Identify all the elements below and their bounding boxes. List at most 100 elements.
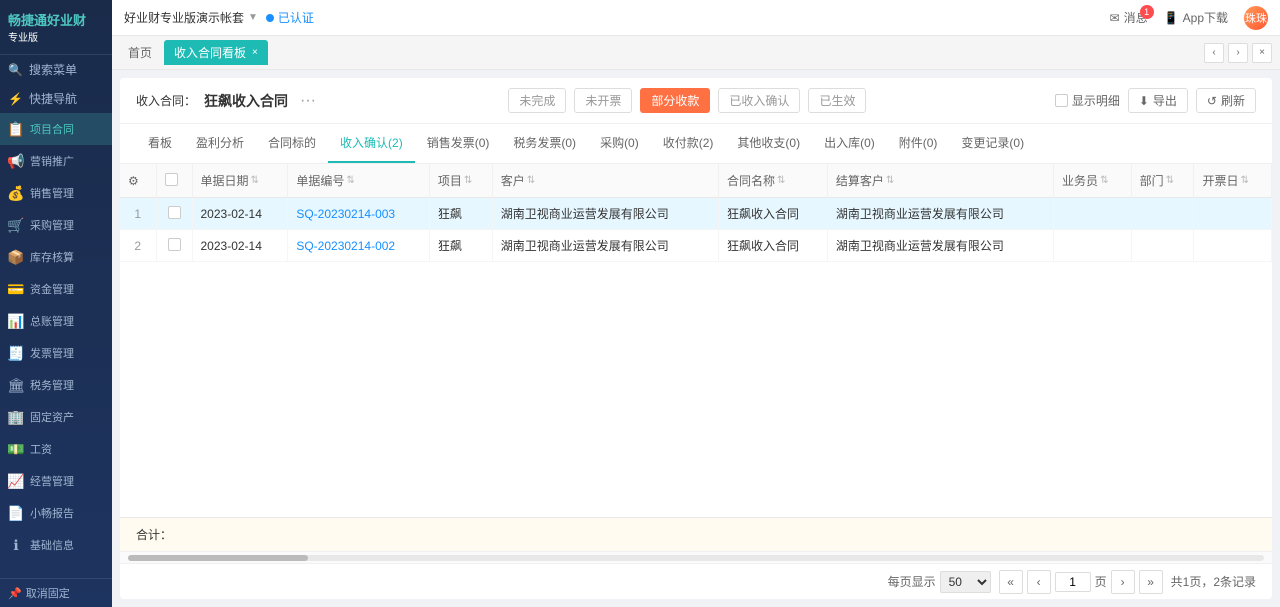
sort-icon: ⇅ <box>886 175 894 186</box>
col-contract-name[interactable]: 合同名称⇅ <box>718 164 827 198</box>
refresh-label: 刷新 <box>1221 92 1245 109</box>
sub-tab-变更记录[interactable]: 变更记录(0) <box>949 124 1036 163</box>
sub-tab-采购[interactable]: 采购(0) <box>588 124 651 163</box>
row-number: 2 <box>120 230 156 262</box>
status-btn-未开票[interactable]: 未开票 <box>574 88 632 113</box>
last-page-button[interactable]: » <box>1139 570 1163 594</box>
table-row[interactable]: 2 2023-02-14 SQ-20230214-002 狂飙 湖南卫视商业运营… <box>120 230 1272 262</box>
cell-bill-no[interactable]: SQ-20230214-002 <box>288 230 430 262</box>
sidebar-item-税务管理[interactable]: 🏛 税务管理 <box>0 369 112 401</box>
col-invoice-date[interactable]: 开票日⇅ <box>1194 164 1272 198</box>
sidebar-item-发票管理[interactable]: 🧾 发票管理 <box>0 337 112 369</box>
sidebar-item-总账管理[interactable]: 📊 总账管理 <box>0 305 112 337</box>
col-customer[interactable]: 客户⇅ <box>492 164 718 198</box>
sidebar-item-label: 采购管理 <box>30 217 74 233</box>
export-icon: ⬇ <box>1139 94 1149 108</box>
per-page-label: 每页显示 <box>888 573 936 590</box>
sub-tab-其他收支[interactable]: 其他收支(0) <box>725 124 812 163</box>
prev-page-button[interactable]: ‹ <box>1027 570 1051 594</box>
next-page-button[interactable]: › <box>1111 570 1135 594</box>
sidebar-search[interactable]: 🔍 搜索菜单 <box>0 55 112 84</box>
sidebar-item-label: 固定资产 <box>30 409 74 425</box>
sidebar-item-label: 税务管理 <box>30 377 74 393</box>
tab-navigation: ‹ › × <box>1204 43 1272 63</box>
sidebar-item-工资[interactable]: 💵 工资 <box>0 433 112 465</box>
sum-row: 合计： <box>120 517 1272 551</box>
sub-tab-销售发票[interactable]: 销售发票(0) <box>415 124 502 163</box>
cell-department <box>1131 198 1194 230</box>
sidebar-item-固定资产[interactable]: 🏢 固定资产 <box>0 401 112 433</box>
sub-tab-收入确认[interactable]: 收入确认(2) <box>328 124 415 163</box>
row-checkbox-cell[interactable] <box>156 230 192 262</box>
col-salesperson[interactable]: 业务员⇅ <box>1054 164 1132 198</box>
status-btn-已收入确认[interactable]: 已收入确认 <box>718 88 800 113</box>
col-settlement-customer[interactable]: 结算客户⇅ <box>827 164 1053 198</box>
sidebar: 畅捷通好业财 专业版 🔍 搜索菜单 ⚡ 快捷导航 📋 项目合同 📢 营销推广 💰… <box>0 0 112 607</box>
sidebar-item-小畅报告[interactable]: 📄 小畅报告 <box>0 497 112 529</box>
sidebar-item-label: 小畅报告 <box>30 505 74 521</box>
pin-icon: 📌 <box>8 587 22 600</box>
message-button[interactable]: ✉ 消息 1 <box>1110 9 1148 26</box>
more-button[interactable]: ··· <box>296 92 320 110</box>
sidebar-item-销售管理[interactable]: 💰 销售管理 <box>0 177 112 209</box>
active-tab-label: 收入合同看板 <box>174 44 246 61</box>
table-row[interactable]: 1 2023-02-14 SQ-20230214-003 狂飙 湖南卫视商业运营… <box>120 198 1272 230</box>
company-selector[interactable]: 好业财专业版演示帐套 ▼ <box>124 9 258 26</box>
status-btn-部分收款[interactable]: 部分收款 <box>640 88 710 113</box>
col-date[interactable]: 单据日期⇅ <box>192 164 288 198</box>
horizontal-scrollbar[interactable] <box>120 551 1272 563</box>
first-page-button[interactable]: « <box>999 570 1023 594</box>
sidebar-item-采购管理[interactable]: 🛒 采购管理 <box>0 209 112 241</box>
row-checkbox[interactable] <box>168 238 181 251</box>
sub-tab-收付款[interactable]: 收付款(2) <box>651 124 726 163</box>
sort-icon: ⇅ <box>777 175 785 186</box>
tab-next-button[interactable]: › <box>1228 43 1248 63</box>
sidebar-item-经营管理[interactable]: 📈 经营管理 <box>0 465 112 497</box>
tab-close-button[interactable]: × <box>1252 43 1272 63</box>
sidebar-quick-nav[interactable]: ⚡ 快捷导航 <box>0 84 112 113</box>
per-page-select[interactable]: 50 100 <box>940 571 991 593</box>
bill-no-link[interactable]: SQ-20230214-002 <box>296 239 395 253</box>
tab-close-icon[interactable]: × <box>252 47 258 58</box>
sub-tab-看板[interactable]: 看板 <box>136 124 184 163</box>
user-avatar-area[interactable]: 珠珠 <box>1244 6 1268 30</box>
col-project[interactable]: 项目⇅ <box>429 164 492 198</box>
tab-prev-button[interactable]: ‹ <box>1204 43 1224 63</box>
row-checkbox[interactable] <box>168 206 181 219</box>
show-detail-toggle[interactable]: 显示明细 <box>1055 92 1120 109</box>
sub-tab-附件[interactable]: 附件(0) <box>887 124 950 163</box>
sidebar-item-icon: 💵 <box>8 441 24 457</box>
row-checkbox-cell[interactable] <box>156 198 192 230</box>
page-number-input[interactable] <box>1055 572 1091 592</box>
sub-tab-合同标的[interactable]: 合同标的 <box>256 124 328 163</box>
scrollbar-thumb[interactable] <box>128 555 308 561</box>
app-download-button[interactable]: 📱 App下载 <box>1164 9 1228 26</box>
sidebar-item-项目合同[interactable]: 📋 项目合同 <box>0 113 112 145</box>
cell-bill-no[interactable]: SQ-20230214-003 <box>288 198 430 230</box>
sidebar-item-icon: ℹ <box>8 537 24 553</box>
status-btn-已生效[interactable]: 已生效 <box>808 88 866 113</box>
sub-tab-盈利分析[interactable]: 盈利分析 <box>184 124 256 163</box>
bill-no-link[interactable]: SQ-20230214-003 <box>296 207 395 221</box>
topbar: 好业财专业版演示帐套 ▼ 已认证 ✉ 消息 1 📱 App下载 珠珠 <box>112 0 1280 36</box>
checkbox-header[interactable] <box>156 164 192 198</box>
export-button[interactable]: ⬇ 导出 <box>1128 88 1188 113</box>
cell-settlement-customer: 湖南卫视商业运营发展有限公司 <box>827 198 1053 230</box>
refresh-button[interactable]: ↺ 刷新 <box>1196 88 1256 113</box>
active-tab[interactable]: 收入合同看板 × <box>164 40 268 65</box>
show-detail-checkbox[interactable] <box>1055 94 1068 107</box>
gear-header[interactable]: ⚙ <box>120 164 156 198</box>
home-tab[interactable]: 首页 <box>120 40 160 65</box>
col-bill-no[interactable]: 单据编号⇅ <box>288 164 430 198</box>
sidebar-item-营销推广[interactable]: 📢 营销推广 <box>0 145 112 177</box>
sidebar-item-资金管理[interactable]: 💳 资金管理 <box>0 273 112 305</box>
status-btn-未完成[interactable]: 未完成 <box>508 88 566 113</box>
col-department[interactable]: 部门⇅ <box>1131 164 1194 198</box>
header-checkbox[interactable] <box>165 173 178 186</box>
sidebar-item-基础信息[interactable]: ℹ 基础信息 <box>0 529 112 561</box>
sub-tab-出入库[interactable]: 出入库(0) <box>812 124 887 163</box>
sub-tab-税务发票[interactable]: 税务发票(0) <box>501 124 588 163</box>
sidebar-pin-toggle[interactable]: 📌 取消固定 <box>0 578 112 607</box>
certified-label: 已认证 <box>278 9 314 26</box>
sidebar-item-库存核算[interactable]: 📦 库存核算 <box>0 241 112 273</box>
